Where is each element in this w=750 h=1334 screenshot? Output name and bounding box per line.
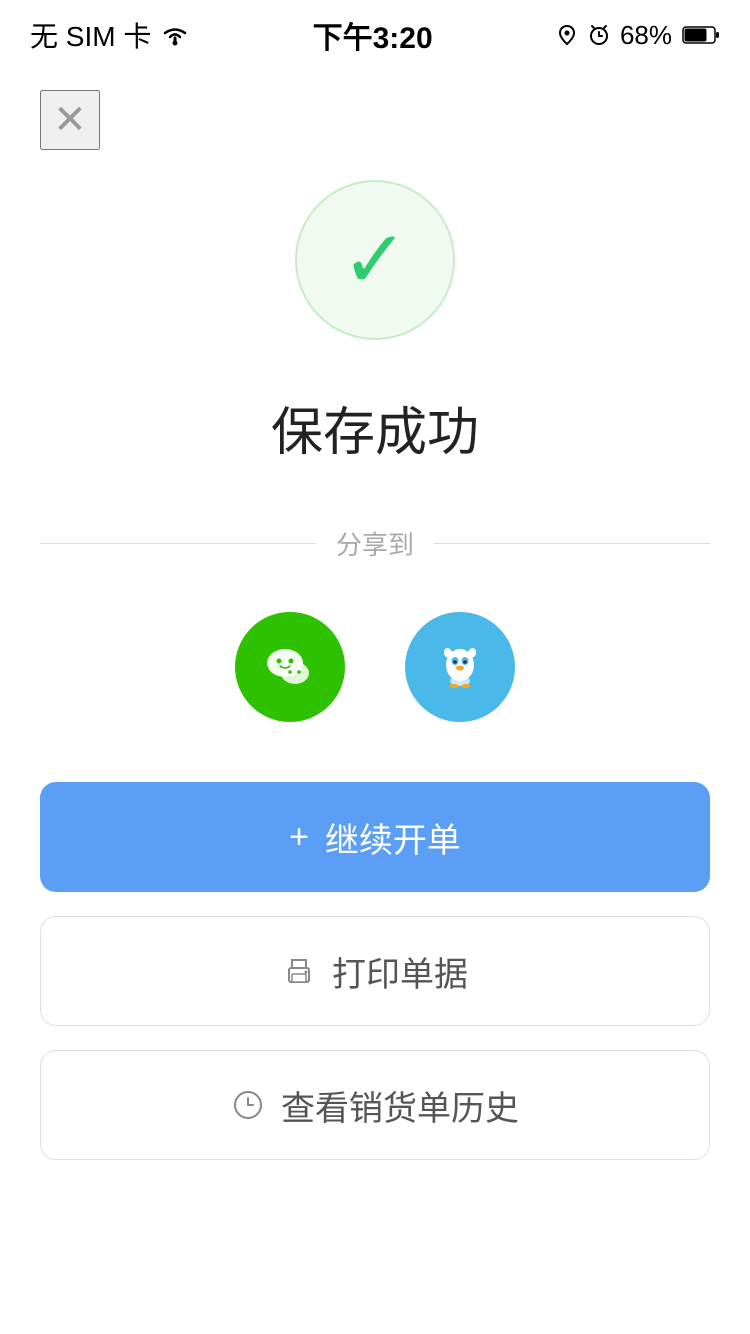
share-section: 分享到 <box>40 525 710 722</box>
status-indicators: 68% <box>556 20 720 51</box>
plus-icon: + <box>289 818 309 857</box>
status-bar: 无 SIM 卡 下午3:20 68% <box>0 0 750 70</box>
qq-share-button[interactable] <box>405 612 515 722</box>
status-time: 下午3:20 <box>313 13 433 57</box>
location-icon <box>556 24 578 46</box>
history-button[interactable]: 查看销货单历史 <box>40 1050 710 1160</box>
wechat-icon <box>258 635 322 699</box>
printer-icon <box>282 954 316 988</box>
main-content: ✕ ✓ 保存成功 分享到 <box>0 70 750 1334</box>
action-buttons: + 继续开单 打印单据 查看销货单历史 <box>40 782 710 1160</box>
battery-icon <box>682 25 720 45</box>
checkmark-icon: ✓ <box>341 220 408 300</box>
share-divider: 分享到 <box>40 525 710 562</box>
battery-percentage: 68% <box>620 20 672 51</box>
continue-label: 继续开单 <box>325 813 461 862</box>
continue-button[interactable]: + 继续开单 <box>40 782 710 892</box>
divider-left <box>40 543 316 544</box>
print-button[interactable]: 打印单据 <box>40 916 710 1026</box>
wechat-share-button[interactable] <box>235 612 345 722</box>
success-title: 保存成功 <box>271 390 479 465</box>
share-icons-container <box>40 612 710 722</box>
qq-icon <box>428 635 492 699</box>
wifi-icon <box>161 24 189 46</box>
print-label: 打印单据 <box>332 947 468 996</box>
history-label: 查看销货单历史 <box>281 1081 519 1130</box>
clock-icon <box>231 1088 265 1122</box>
success-icon-container: ✓ <box>295 180 455 340</box>
divider-right <box>434 543 710 544</box>
status-carrier: 无 SIM 卡 <box>30 15 189 55</box>
close-button[interactable]: ✕ <box>40 90 100 150</box>
close-icon: ✕ <box>53 100 87 140</box>
alarm-icon <box>588 24 610 46</box>
share-label: 分享到 <box>336 525 414 562</box>
